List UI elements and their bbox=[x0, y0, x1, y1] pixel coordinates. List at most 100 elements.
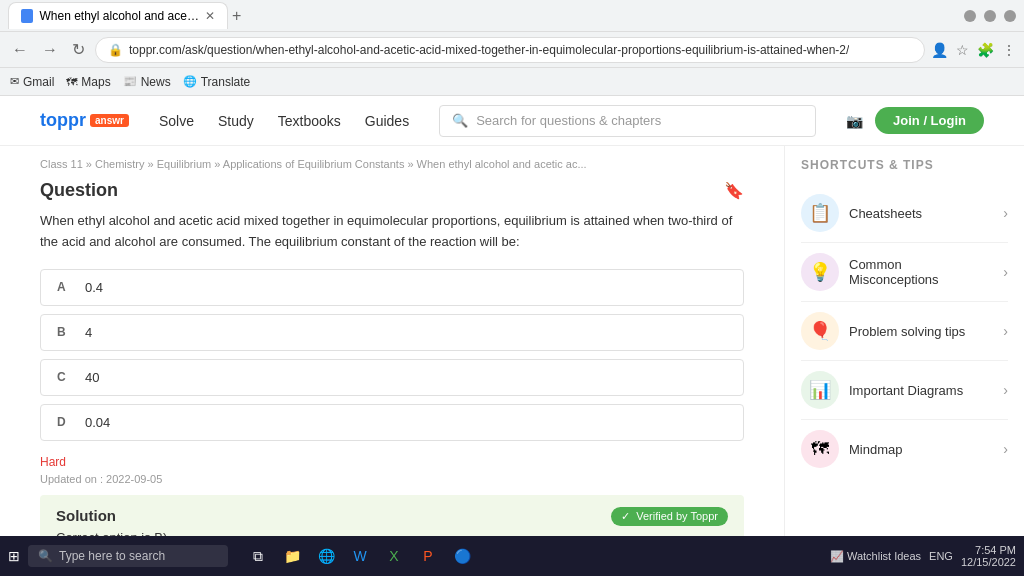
mindmap-chevron-icon: › bbox=[1003, 441, 1008, 457]
verified-text: Verified by Toppr bbox=[636, 510, 718, 522]
secure-icon: 🔒 bbox=[108, 43, 123, 57]
toppr-logo[interactable]: toppr bbox=[40, 110, 86, 131]
options-list: A 0.4 B 4 C 40 D 0.04 bbox=[40, 269, 744, 441]
word-icon[interactable]: W bbox=[346, 542, 374, 570]
logo-area: toppr answr bbox=[40, 110, 129, 131]
diagrams-chevron-icon: › bbox=[1003, 382, 1008, 398]
option-c-value: 40 bbox=[85, 370, 99, 385]
nav-solve[interactable]: Solve bbox=[159, 113, 194, 129]
toppr-search-bar[interactable]: 🔍 Search for questions & chapters bbox=[439, 105, 816, 137]
system-tray-icons: 📈 Watchlist Ideas bbox=[830, 550, 921, 563]
taskbar-icons: ⧉ 📁 🌐 W X P 🔵 bbox=[244, 542, 476, 570]
header-right: 📷 Join / Login bbox=[846, 107, 984, 134]
cheatsheets-label: Cheatsheets bbox=[849, 206, 993, 221]
excel-icon[interactable]: X bbox=[380, 542, 408, 570]
nav-textbooks[interactable]: Textbooks bbox=[278, 113, 341, 129]
bookmark-star-icon[interactable]: ☆ bbox=[956, 42, 969, 58]
browser-tab[interactable]: When ethyl alcohol and acetic a... ✕ bbox=[8, 2, 228, 29]
file-explorer-icon[interactable]: 📁 bbox=[278, 542, 306, 570]
address-bar[interactable]: 🔒 toppr.com/ask/question/when-ethyl-alco… bbox=[95, 37, 925, 63]
taskbar-search[interactable]: 🔍 Type here to search bbox=[28, 545, 228, 567]
taskbar-search-icon: 🔍 bbox=[38, 549, 53, 563]
watchlist-icon: 📈 Watchlist Ideas bbox=[830, 550, 921, 563]
sidebar-heading: SHORTCUTS & TIPS bbox=[801, 158, 1008, 172]
language-indicator: ENG bbox=[929, 550, 953, 562]
chrome-icon[interactable]: 🔵 bbox=[448, 542, 476, 570]
sidebar-item-cheatsheets[interactable]: 📋 Cheatsheets › bbox=[801, 184, 1008, 243]
gmail-icon: ✉ bbox=[10, 75, 19, 88]
content-area: Class 11 » Chemistry » Equilibrium » App… bbox=[0, 146, 784, 576]
cheatsheets-avatar: 📋 bbox=[801, 194, 839, 232]
menu-icon[interactable]: ⋮ bbox=[1002, 42, 1016, 58]
time-date-display: 7:54 PM 12/15/2022 bbox=[961, 544, 1016, 568]
nav-study[interactable]: Study bbox=[218, 113, 254, 129]
mindmap-avatar: 🗺 bbox=[801, 430, 839, 468]
bookmark-news[interactable]: 📰 News bbox=[123, 75, 171, 89]
toppr-nav: Solve Study Textbooks Guides bbox=[159, 113, 409, 129]
bookmark-maps-label: Maps bbox=[81, 75, 110, 89]
join-login-button[interactable]: Join / Login bbox=[875, 107, 984, 134]
ppt-icon[interactable]: P bbox=[414, 542, 442, 570]
question-title-text: Question bbox=[40, 180, 118, 201]
minimize-button[interactable] bbox=[964, 10, 976, 22]
option-d[interactable]: D 0.04 bbox=[40, 404, 744, 441]
tab-title: When ethyl alcohol and acetic a... bbox=[39, 9, 199, 23]
sidebar-item-diagrams[interactable]: 📊 Important Diagrams › bbox=[801, 361, 1008, 420]
mindmap-label: Mindmap bbox=[849, 442, 993, 457]
bookmarks-bar: ✉ Gmail 🗺 Maps 📰 News 🌐 Translate bbox=[0, 68, 1024, 96]
page-content: toppr answr Solve Study Textbooks Guides… bbox=[0, 96, 1024, 576]
bookmark-maps[interactable]: 🗺 Maps bbox=[66, 75, 110, 89]
camera-icon[interactable]: 📷 bbox=[846, 113, 863, 129]
browser-nav-bar: ← → ↻ 🔒 toppr.com/ask/question/when-ethy… bbox=[0, 32, 1024, 68]
sidebar-item-mindmap[interactable]: 🗺 Mindmap › bbox=[801, 420, 1008, 478]
check-icon: ✓ bbox=[621, 510, 630, 523]
cheatsheets-chevron-icon: › bbox=[1003, 205, 1008, 221]
forward-button[interactable]: → bbox=[38, 37, 62, 63]
edge-icon[interactable]: 🌐 bbox=[312, 542, 340, 570]
refresh-button[interactable]: ↻ bbox=[68, 36, 89, 63]
misconceptions-label: Common Misconceptions bbox=[849, 257, 993, 287]
problem-solving-avatar: 🎈 bbox=[801, 312, 839, 350]
option-a-value: 0.4 bbox=[85, 280, 103, 295]
option-b[interactable]: B 4 bbox=[40, 314, 744, 351]
taskbar-right: 📈 Watchlist Ideas ENG 7:54 PM 12/15/2022 bbox=[830, 544, 1016, 568]
task-view-icon[interactable]: ⧉ bbox=[244, 542, 272, 570]
option-b-value: 4 bbox=[85, 325, 92, 340]
option-c[interactable]: C 40 bbox=[40, 359, 744, 396]
maps-icon: 🗺 bbox=[66, 76, 77, 88]
tab-close-button[interactable]: ✕ bbox=[205, 9, 215, 23]
search-placeholder: Search for questions & chapters bbox=[476, 113, 661, 128]
question-bookmark-icon[interactable]: 🔖 bbox=[724, 181, 744, 200]
question-title-bar: Question 🔖 bbox=[40, 180, 744, 201]
search-icon: 🔍 bbox=[452, 113, 468, 128]
misconceptions-avatar: 💡 bbox=[801, 253, 839, 291]
question-body-text: When ethyl alcohol and acetic acid mixed… bbox=[40, 211, 744, 253]
verified-badge: ✓ Verified by Toppr bbox=[611, 507, 728, 526]
date-display: 12/15/2022 bbox=[961, 556, 1016, 568]
diagrams-avatar: 📊 bbox=[801, 371, 839, 409]
difficulty-badge: Hard bbox=[40, 455, 744, 469]
sidebar-item-problem-solving[interactable]: 🎈 Problem solving tips › bbox=[801, 302, 1008, 361]
main-content: Class 11 » Chemistry » Equilibrium » App… bbox=[0, 146, 1024, 576]
option-c-label: C bbox=[57, 370, 73, 384]
url-text: toppr.com/ask/question/when-ethyl-alcoho… bbox=[129, 43, 849, 57]
start-button[interactable]: ⊞ bbox=[8, 548, 20, 564]
misconceptions-chevron-icon: › bbox=[1003, 264, 1008, 280]
bookmark-gmail-label: Gmail bbox=[23, 75, 54, 89]
option-b-label: B bbox=[57, 325, 73, 339]
extension-icon[interactable]: 🧩 bbox=[977, 42, 994, 58]
window-controls bbox=[964, 10, 1016, 22]
new-tab-button[interactable]: + bbox=[232, 7, 241, 25]
maximize-button[interactable] bbox=[984, 10, 996, 22]
sidebar: SHORTCUTS & TIPS 📋 Cheatsheets › 💡 Commo… bbox=[784, 146, 1024, 576]
bookmark-translate[interactable]: 🌐 Translate bbox=[183, 75, 251, 89]
close-button[interactable] bbox=[1004, 10, 1016, 22]
back-button[interactable]: ← bbox=[8, 37, 32, 63]
sidebar-item-misconceptions[interactable]: 💡 Common Misconceptions › bbox=[801, 243, 1008, 302]
toppr-header: toppr answr Solve Study Textbooks Guides… bbox=[0, 96, 1024, 146]
bookmark-gmail[interactable]: ✉ Gmail bbox=[10, 75, 54, 89]
option-a[interactable]: A 0.4 bbox=[40, 269, 744, 306]
nav-guides[interactable]: Guides bbox=[365, 113, 409, 129]
time-display: 7:54 PM bbox=[961, 544, 1016, 556]
profile-icon[interactable]: 👤 bbox=[931, 42, 948, 58]
